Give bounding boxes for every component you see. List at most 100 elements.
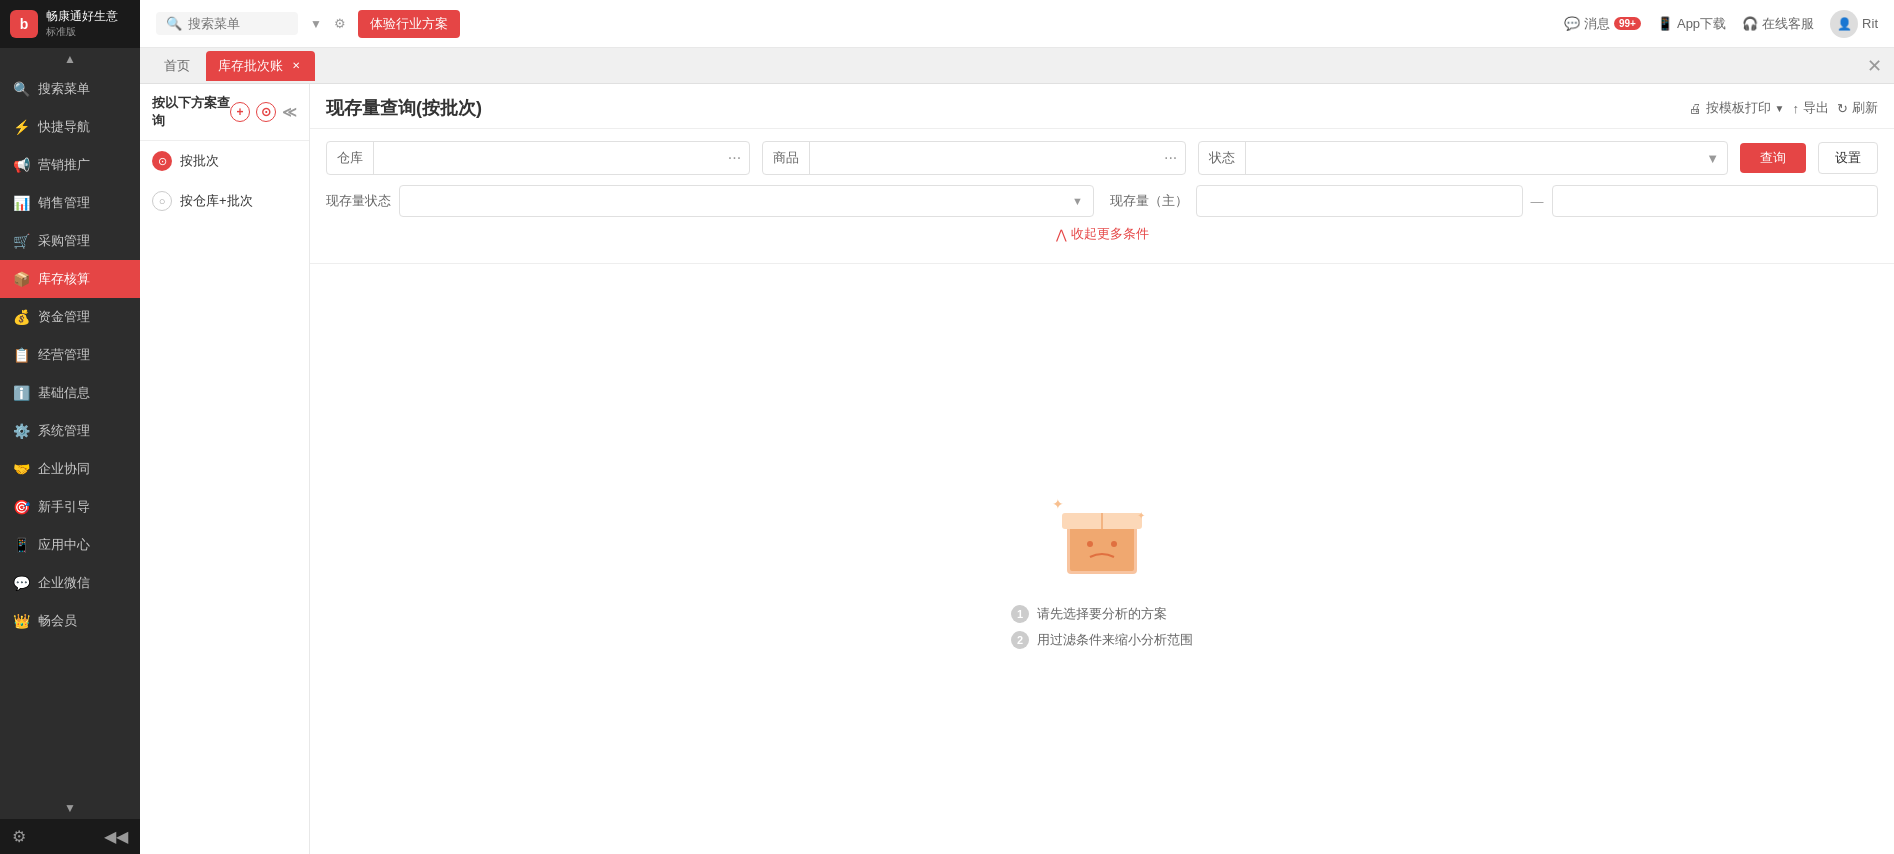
- tab-inventory-batch-label: 库存批次账: [218, 57, 283, 75]
- system-icon: ⚙️: [12, 422, 30, 440]
- sidebar-item-member[interactable]: 👑 畅会员: [0, 602, 140, 640]
- sidebar-item-quick-nav[interactable]: ⚡ 快捷导航: [0, 108, 140, 146]
- sidebar-item-label: 资金管理: [38, 308, 90, 326]
- stock-qty-range: —: [1196, 185, 1878, 217]
- dropdown-arrow-icon[interactable]: ▼: [310, 17, 322, 31]
- print-button[interactable]: 🖨 按模板打印 ▼: [1689, 99, 1785, 117]
- sidebar-item-system[interactable]: ⚙️ 系统管理: [0, 412, 140, 450]
- messages-button[interactable]: 💬 消息 99+: [1564, 15, 1641, 33]
- sidebar-item-newbie[interactable]: 🎯 新手引导: [0, 488, 140, 526]
- scheme-label: 按仓库+批次: [180, 192, 253, 210]
- empty-step-2: 2 用过滤条件来缩小分析范围: [1011, 631, 1193, 649]
- app-title: 畅康通好生意: [46, 9, 118, 25]
- collapse-up-icon: ⋀: [1056, 227, 1067, 242]
- left-panel-title: 按以下方案查询: [152, 94, 230, 130]
- collapse-more-button[interactable]: ⋀ 收起更多条件: [326, 217, 1878, 251]
- tab-close-button[interactable]: ✕: [289, 59, 303, 73]
- settings-button[interactable]: 设置: [1818, 142, 1878, 174]
- stock-status-arrow: ▼: [1072, 195, 1083, 207]
- refresh-icon: ↻: [1837, 101, 1848, 116]
- export-icon: ↑: [1793, 101, 1800, 116]
- filter-row-2: 现存量状态 ▼ 现存量（主） —: [326, 185, 1878, 217]
- basic-icon: ℹ️: [12, 384, 30, 402]
- left-panel-header: 按以下方案查询 + ⊙ ≪: [140, 84, 309, 141]
- sidebar-item-sales[interactable]: 📊 销售管理: [0, 184, 140, 222]
- right-panel: 现存量查询(按批次) 🖨 按模板打印 ▼ ↑ 导出 ↻ 刷新: [310, 84, 1894, 854]
- collapse-panel-button[interactable]: ≪: [282, 104, 297, 120]
- tab-close-all-icon[interactable]: ✕: [1867, 55, 1882, 77]
- purchase-icon: 🛒: [12, 232, 30, 250]
- app-download-button[interactable]: 📱 App下载: [1657, 15, 1726, 33]
- sidebar-item-operation[interactable]: 📋 经营管理: [0, 336, 140, 374]
- scheme-settings-button[interactable]: ⊙: [256, 102, 276, 122]
- scheme-by-batch[interactable]: ⊙ 按批次: [140, 141, 309, 181]
- app-download-icon: 📱: [1657, 16, 1673, 31]
- product-more-button[interactable]: ···: [1156, 149, 1185, 167]
- sidebar: b 畅康通好生意 标准版 ▲ 🔍 搜索菜单 ⚡ 快捷导航 📢 营销推广 📊 销售…: [0, 0, 140, 854]
- sidebar-item-label: 基础信息: [38, 384, 90, 402]
- industry-solution-button[interactable]: 体验行业方案: [358, 10, 460, 38]
- sidebar-item-enterprise[interactable]: 🤝 企业协同: [0, 450, 140, 488]
- status-filter-group: 状态 ▼: [1198, 141, 1728, 175]
- sidebar-item-label: 营销推广: [38, 156, 90, 174]
- print-dropdown-arrow[interactable]: ▼: [1775, 103, 1785, 114]
- topbar-search-box: 🔍: [156, 12, 298, 35]
- sidebar-item-label: 销售管理: [38, 194, 90, 212]
- topbar-left: 🔍 ▼ ⚙ 体验行业方案: [156, 10, 460, 38]
- warehouse-filter-group: 仓库 ···: [326, 141, 750, 175]
- stock-status-filter: 现存量状态 ▼: [326, 185, 1094, 217]
- sidebar-item-basic[interactable]: ℹ️ 基础信息: [0, 374, 140, 412]
- collapse-sidebar-icon[interactable]: ◀◀: [104, 827, 128, 846]
- stock-qty-min-input[interactable]: [1196, 185, 1523, 217]
- settings-footer-icon[interactable]: ⚙: [12, 827, 26, 846]
- search-icon: 🔍: [12, 80, 30, 98]
- wechat-icon: 💬: [12, 574, 30, 592]
- scroll-up-arrow[interactable]: ▲: [0, 48, 140, 70]
- message-icon: 💬: [1564, 16, 1580, 31]
- username-label: Rit: [1862, 16, 1878, 31]
- sidebar-item-label: 系统管理: [38, 422, 90, 440]
- sidebar-item-inventory[interactable]: 📦 库存核算: [0, 260, 140, 298]
- search-input[interactable]: [188, 16, 288, 31]
- refresh-button[interactable]: ↻ 刷新: [1837, 99, 1878, 117]
- sidebar-item-purchase[interactable]: 🛒 采购管理: [0, 222, 140, 260]
- sidebar-item-label: 库存核算: [38, 270, 90, 288]
- stock-qty-filter: 现存量（主） —: [1110, 185, 1878, 217]
- filter-row-1: 仓库 ··· 商品 ··· 状态 ▼ 查询 设置: [326, 141, 1878, 175]
- product-filter-group: 商品 ···: [762, 141, 1186, 175]
- scroll-down-arrow[interactable]: ▼: [0, 797, 140, 819]
- topbar-settings-icon[interactable]: ⚙: [334, 16, 346, 31]
- page-title-bar: 现存量查询(按批次) 🖨 按模板打印 ▼ ↑ 导出 ↻ 刷新: [310, 84, 1894, 129]
- online-service-button[interactable]: 🎧 在线客服: [1742, 15, 1814, 33]
- warehouse-input[interactable]: [374, 143, 720, 173]
- status-value: [1246, 143, 1698, 173]
- sidebar-item-label: 畅会员: [38, 612, 77, 630]
- stock-qty-max-input[interactable]: [1552, 185, 1879, 217]
- avatar: 👤: [1830, 10, 1858, 38]
- sidebar-item-marketing[interactable]: 📢 营销推广: [0, 146, 140, 184]
- tab-home[interactable]: 首页: [152, 51, 202, 81]
- export-button[interactable]: ↑ 导出: [1793, 99, 1830, 117]
- sidebar-scroll: 🔍 搜索菜单 ⚡ 快捷导航 📢 营销推广 📊 销售管理 🛒 采购管理 📦 库存核…: [0, 70, 140, 797]
- step-1-text: 请先选择要分析的方案: [1037, 605, 1167, 623]
- scheme-by-warehouse-batch[interactable]: ○ 按仓库+批次: [140, 181, 309, 221]
- product-input[interactable]: [810, 143, 1156, 173]
- sidebar-item-label: 新手引导: [38, 498, 90, 516]
- query-button[interactable]: 查询: [1740, 143, 1806, 173]
- app-center-icon: 📱: [12, 536, 30, 554]
- add-scheme-button[interactable]: +: [230, 102, 250, 122]
- sidebar-item-wechat[interactable]: 💬 企业微信: [0, 564, 140, 602]
- stock-status-label: 现存量状态: [326, 192, 391, 210]
- sidebar-item-app-center[interactable]: 📱 应用中心: [0, 526, 140, 564]
- user-avatar-area[interactable]: 👤 Rit: [1830, 10, 1878, 38]
- sidebar-item-finance[interactable]: 💰 资金管理: [0, 298, 140, 336]
- topbar-right: 💬 消息 99+ 📱 App下载 🎧 在线客服 👤 Rit: [1564, 10, 1878, 38]
- step-2-text: 用过滤条件来缩小分析范围: [1037, 631, 1193, 649]
- stock-status-select[interactable]: ▼: [399, 185, 1094, 217]
- tab-inventory-batch[interactable]: 库存批次账 ✕: [206, 51, 315, 81]
- title-actions: 🖨 按模板打印 ▼ ↑ 导出 ↻ 刷新: [1689, 99, 1878, 117]
- status-dropdown-arrow[interactable]: ▼: [1698, 151, 1727, 166]
- warehouse-more-button[interactable]: ···: [720, 149, 749, 167]
- sidebar-item-search[interactable]: 🔍 搜索菜单: [0, 70, 140, 108]
- sales-icon: 📊: [12, 194, 30, 212]
